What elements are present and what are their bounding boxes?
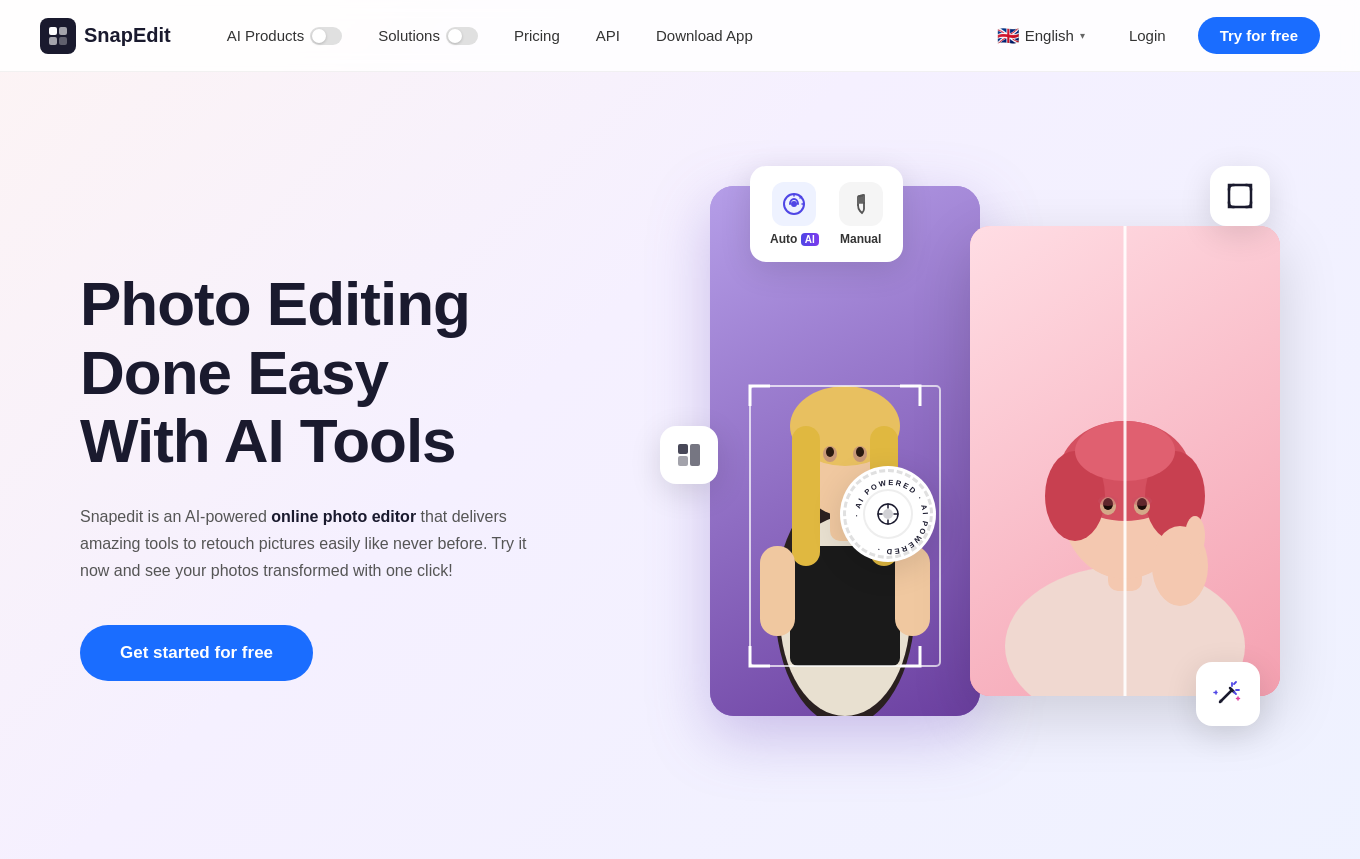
- svg-point-33: [1132, 496, 1152, 506]
- ai-products-toggle[interactable]: [310, 27, 342, 45]
- nav-item-ai-products[interactable]: AI Products: [211, 19, 359, 53]
- auto-mode-icon: [772, 182, 816, 226]
- layout-card[interactable]: [660, 426, 718, 484]
- svg-point-15: [826, 447, 834, 457]
- navigation: SnapEdit AI Products Solutions Pricing A…: [0, 0, 1360, 72]
- svg-rect-1: [59, 27, 67, 35]
- svg-point-46: [1219, 699, 1223, 703]
- svg-rect-11: [792, 426, 820, 566]
- nav-label-ai-products: AI Products: [227, 27, 305, 44]
- nav-label-download-app: Download App: [656, 27, 753, 44]
- chevron-down-icon: ▾: [1080, 30, 1085, 41]
- nav-label-api: API: [596, 27, 620, 44]
- nav-item-pricing[interactable]: Pricing: [498, 19, 576, 52]
- svg-rect-39: [678, 444, 688, 454]
- svg-point-45: [883, 509, 893, 519]
- photo-secondary: [970, 226, 1280, 696]
- svg-point-32: [1098, 496, 1118, 506]
- photo-main: [710, 186, 980, 716]
- svg-rect-40: [678, 456, 688, 466]
- svg-rect-42: [1229, 185, 1251, 207]
- nav-right: 🇬🇧 English ▾ Login Try for free: [985, 17, 1320, 55]
- ai-powered-badge: · AI POWERED · AI POWERED ·: [840, 466, 936, 562]
- brand-name: SnapEdit: [84, 24, 171, 47]
- ai-inner-icon: [863, 489, 913, 539]
- nav-item-solutions[interactable]: Solutions: [362, 19, 494, 53]
- manual-mode-icon: [839, 182, 883, 226]
- svg-rect-3: [59, 37, 67, 45]
- svg-rect-41: [690, 444, 700, 466]
- hero-title: Photo Editing Done Easy With AI Tools: [80, 270, 620, 475]
- language-selector[interactable]: 🇬🇧 English ▾: [985, 17, 1097, 55]
- language-label: English: [1025, 27, 1074, 44]
- ai-circle: · AI POWERED · AI POWERED ·: [843, 469, 933, 559]
- logo-icon: [40, 18, 76, 54]
- manual-mode-option[interactable]: Manual: [839, 182, 883, 246]
- logo[interactable]: SnapEdit: [40, 18, 171, 54]
- nav-label-pricing: Pricing: [514, 27, 560, 44]
- svg-rect-17: [760, 546, 795, 636]
- ai-badge: AI: [801, 233, 819, 246]
- solutions-toggle[interactable]: [446, 27, 478, 45]
- hero-visual: Auto AI Manual: [660, 146, 1280, 806]
- get-started-button[interactable]: Get started for free: [80, 625, 313, 681]
- login-button[interactable]: Login: [1113, 19, 1182, 52]
- try-for-free-button[interactable]: Try for free: [1198, 17, 1320, 54]
- magic-wand-card[interactable]: [1196, 662, 1260, 726]
- auto-mode-label: Auto AI: [770, 232, 819, 246]
- nav-item-api[interactable]: API: [580, 19, 636, 52]
- svg-point-38: [791, 201, 797, 207]
- nav-item-download-app[interactable]: Download App: [640, 19, 769, 52]
- hero-description-bold: online photo editor: [271, 508, 416, 525]
- hero-description: Snapedit is an AI-powered online photo e…: [80, 503, 560, 585]
- svg-point-16: [856, 447, 864, 457]
- hero-section: Photo Editing Done Easy With AI Tools Sn…: [0, 72, 1360, 859]
- mode-selector-card: Auto AI Manual: [750, 166, 903, 262]
- nav-links: AI Products Solutions Pricing API Downlo…: [211, 19, 985, 53]
- crop-card[interactable]: [1210, 166, 1270, 226]
- hero-content: Photo Editing Done Easy With AI Tools Sn…: [80, 270, 620, 680]
- nav-label-solutions: Solutions: [378, 27, 440, 44]
- manual-mode-label: Manual: [840, 232, 881, 246]
- svg-point-35: [1185, 516, 1205, 556]
- auto-mode-option[interactable]: Auto AI: [770, 182, 819, 246]
- svg-rect-0: [49, 27, 57, 35]
- flag-icon: 🇬🇧: [997, 25, 1019, 47]
- svg-rect-2: [49, 37, 57, 45]
